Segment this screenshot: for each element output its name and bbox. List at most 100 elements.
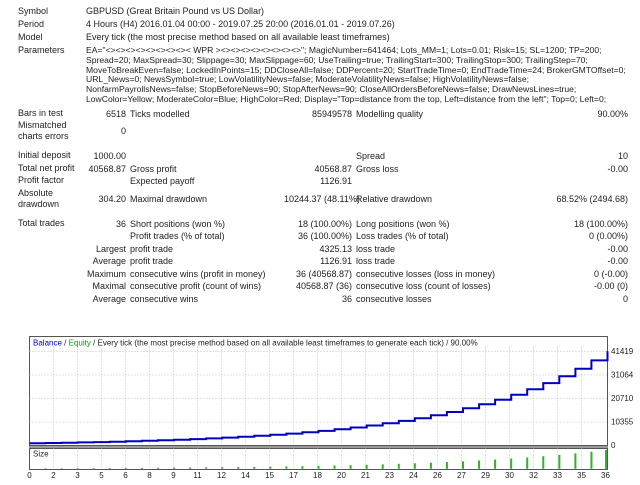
stat-value: 36 bbox=[341, 293, 352, 304]
x-tick-label: 6 bbox=[123, 471, 128, 480]
x-tick-label: 11 bbox=[193, 471, 202, 480]
y-tick-label: 31064 bbox=[611, 371, 634, 380]
report-info-row: Symbol GBPUSD (Great Britain Pound vs US … bbox=[0, 5, 640, 18]
stat-label: consecutive losses (loss in money) bbox=[356, 268, 496, 279]
x-tick-label: 26 bbox=[433, 471, 442, 480]
stat-label bbox=[18, 293, 82, 306]
x-tick-label: 15 bbox=[265, 471, 274, 480]
stat-value: 0 (-0.00) bbox=[593, 268, 628, 279]
report-info-row: Period 4 Hours (H4) 2016.01.04 00:00 - 20… bbox=[0, 18, 640, 31]
legend-separator: / bbox=[62, 339, 69, 348]
parameter-line: LowColor=Yellow; ModerateColor=Blue; Hig… bbox=[86, 93, 607, 104]
report-stat-row: Initial deposit 1000.00 Spread 10 bbox=[0, 150, 640, 163]
stat-value: Average bbox=[92, 256, 126, 267]
stat-label: consecutive losses bbox=[356, 293, 432, 304]
stat-value: 68.52% (2494.68) bbox=[556, 193, 628, 204]
strategy-tester-report: Symbol GBPUSD (Great Britain Pound vs US … bbox=[0, 0, 640, 305]
stat-label: Modelling quality bbox=[356, 108, 424, 119]
stat-label bbox=[130, 150, 280, 163]
stat-value: 6518 bbox=[105, 108, 126, 119]
stat-label: Loss trades (% of total) bbox=[356, 231, 449, 242]
stat-label: Bars in test bbox=[18, 107, 64, 118]
x-tick-label: 33 bbox=[553, 471, 562, 480]
stat-label: Profit factor bbox=[18, 175, 65, 186]
info-parameters-value: EA="<><><><><><><><>< WPR ><><><><><><><… bbox=[86, 44, 630, 108]
stat-label bbox=[18, 280, 82, 293]
stat-label: consecutive wins (profit in money) bbox=[130, 268, 266, 279]
report-stat-row: Maximal consecutive profit (count of wins… bbox=[0, 280, 640, 293]
stat-value: 0 bbox=[120, 126, 126, 137]
stat-value: 1126.91 bbox=[320, 176, 352, 187]
stat-value: 10244.37 (48.11%) bbox=[284, 193, 360, 204]
main-panel bbox=[29, 336, 608, 446]
legend-balance-label: Balance bbox=[33, 339, 62, 348]
stat-value: -0.00 bbox=[607, 256, 628, 267]
info-label: Period bbox=[18, 19, 45, 29]
stat-value: 40568.87 (36) bbox=[295, 281, 352, 292]
stat-label: Mismatched charts errors bbox=[18, 120, 69, 142]
stat-label bbox=[18, 268, 82, 281]
stat-label: Long positions (won %) bbox=[356, 218, 450, 229]
info-value: 4 Hours (H4) 2016.01.04 00:00 - 2019.07.… bbox=[86, 19, 395, 29]
x-tick-label: 2 bbox=[51, 471, 56, 480]
stat-value: 85949578 bbox=[311, 108, 352, 119]
report-stat-row: Average consecutive wins 36 consecutive los… bbox=[0, 293, 640, 306]
stat-value bbox=[480, 175, 628, 188]
balance-chart-svg: Balance / Equity / Every tick (the most … bbox=[27, 336, 634, 480]
stat-value: 1000.00 bbox=[93, 151, 126, 162]
stat-label: Relative drawdown bbox=[356, 193, 433, 204]
report-stat-row: Largest profit trade 4325.13 loss trade -0.0… bbox=[0, 243, 640, 256]
stat-value: -0.00 bbox=[607, 163, 628, 174]
stat-value: 4325.13 bbox=[319, 243, 352, 254]
x-tick-label: 24 bbox=[409, 471, 418, 480]
stat-value: 0 bbox=[622, 293, 628, 304]
stat-value bbox=[480, 125, 628, 138]
report-stat-row: Maximum consecutive wins (profit in money… bbox=[0, 268, 640, 281]
stat-value: 40568.87 bbox=[88, 163, 126, 174]
report-info-table: Symbol GBPUSD (Great Britain Pound vs US … bbox=[0, 5, 640, 108]
stat-value: 18 (100.00%) bbox=[297, 218, 352, 229]
x-tick-label: 3 bbox=[75, 471, 80, 480]
stat-value: -0.00 (0) bbox=[593, 281, 628, 292]
stat-value: 10 bbox=[617, 151, 628, 162]
chart-legend: Balance / Equity / Every tick (the most … bbox=[33, 339, 478, 348]
report-stat-row: Profit trades (% of total) 36 (100.00%) Lo… bbox=[0, 230, 640, 243]
stat-label bbox=[18, 230, 82, 243]
stat-value: 36 (40568.87) bbox=[295, 268, 352, 279]
stat-value: 40568.87 bbox=[314, 163, 352, 174]
stat-label bbox=[356, 175, 476, 188]
x-tick-label: 14 bbox=[241, 471, 250, 480]
stat-label: consecutive profit (count of wins) bbox=[130, 281, 262, 292]
x-tick-label: 8 bbox=[147, 471, 152, 480]
stat-label: Maximal drawdown bbox=[130, 193, 208, 204]
x-tick-label: 21 bbox=[361, 471, 370, 480]
report-stat-row: Total net profit 40568.87 Gross profit 4056… bbox=[0, 163, 640, 176]
stat-label bbox=[130, 125, 280, 138]
info-value: GBPUSD (Great Britain Pound vs US Dollar… bbox=[86, 6, 265, 16]
y-tick-label: 0 bbox=[611, 441, 616, 450]
info-value: Every tick (the most precise method base… bbox=[86, 32, 390, 42]
legend-equity-label: Equity bbox=[69, 339, 91, 348]
y-tick-label: 10355 bbox=[611, 417, 634, 426]
x-tick-label: 36 bbox=[601, 471, 610, 480]
report-stat-row: Average profit trade 1126.91 loss trade -0.0… bbox=[0, 255, 640, 268]
x-tick-label: 23 bbox=[385, 471, 394, 480]
stat-value: Average bbox=[92, 293, 126, 304]
report-stat-row: Mismatched charts errors 0 bbox=[0, 120, 640, 142]
x-tick-label: 12 bbox=[217, 471, 226, 480]
stat-label: Total trades bbox=[18, 217, 65, 228]
stat-value: 36 bbox=[115, 218, 126, 229]
x-tick-label: 35 bbox=[577, 471, 586, 480]
stat-value: Largest bbox=[95, 243, 126, 254]
stat-value: 1126.91 bbox=[320, 256, 352, 267]
x-tick-label: 27 bbox=[457, 471, 466, 480]
stat-label: Expected payoff bbox=[130, 176, 195, 187]
info-label: Parameters bbox=[18, 45, 65, 55]
x-tick-label: 32 bbox=[529, 471, 538, 480]
stat-value: Maximum bbox=[86, 268, 126, 279]
y-tick-label: 20710 bbox=[611, 394, 634, 403]
report-stats-table: Bars in test 6518 Ticks modelled 85949578 Mo… bbox=[0, 108, 640, 306]
stat-label: Short positions (won %) bbox=[130, 218, 226, 229]
stat-label: profit trade bbox=[130, 243, 174, 254]
stat-label bbox=[356, 125, 476, 138]
